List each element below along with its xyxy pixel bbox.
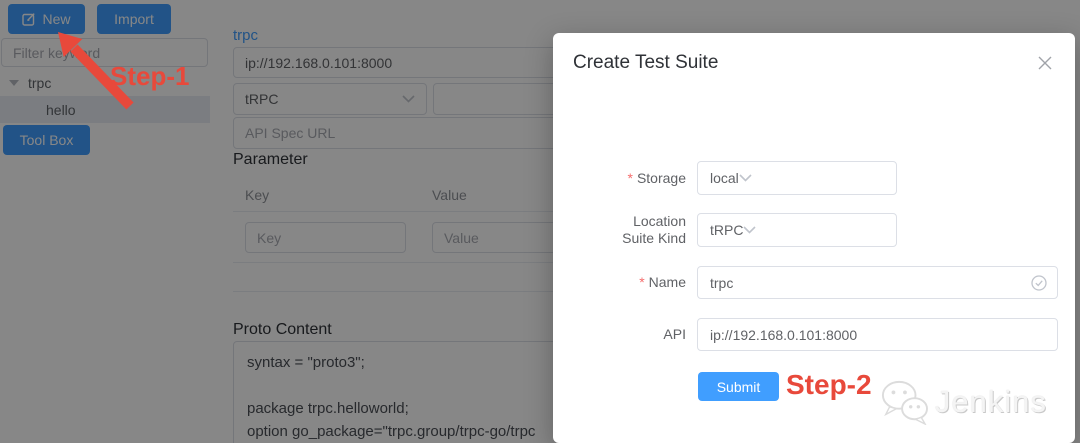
close-icon[interactable] — [1037, 55, 1053, 71]
storage-label: * Storage — [627, 169, 687, 186]
watermark-brand: Jenkins — [934, 384, 1047, 419]
submit-button[interactable]: Submit — [698, 372, 779, 401]
suite-kind-label: Location Suite Kind — [622, 213, 686, 246]
name-input[interactable] — [697, 266, 1058, 299]
step2-annotation: Step-2 — [786, 369, 872, 400]
step1-annotation: Step-1 — [110, 61, 190, 91]
app-root: New Import trpc hello Tool Box trpc tRPC… — [0, 0, 1080, 443]
wechat-icon — [879, 379, 929, 425]
chevron-down-icon — [739, 174, 752, 182]
chevron-down-icon — [743, 226, 757, 234]
api-label: API — [663, 326, 686, 342]
api-input[interactable] — [697, 318, 1058, 351]
dialog-title: Create Test Suite — [573, 52, 719, 73]
storage-select[interactable]: local — [697, 161, 897, 195]
required-asterisk: * — [639, 274, 645, 290]
form-row-api: API — [553, 318, 1075, 351]
storage-select-value: local — [710, 170, 739, 186]
name-label: * Name — [639, 274, 686, 290]
check-circle-icon — [1031, 274, 1047, 291]
form-row-name: * Name — [553, 266, 1075, 299]
suite-kind-modal-select[interactable]: tRPC — [697, 213, 897, 247]
form-row-storage: * Storage local — [553, 161, 1075, 195]
suite-kind-modal-select-value: tRPC — [710, 222, 744, 238]
watermark: Jenkins — [879, 379, 1047, 425]
required-asterisk: * — [627, 169, 633, 186]
form-row-suite-kind: Location Suite Kind tRPC — [553, 213, 1075, 247]
